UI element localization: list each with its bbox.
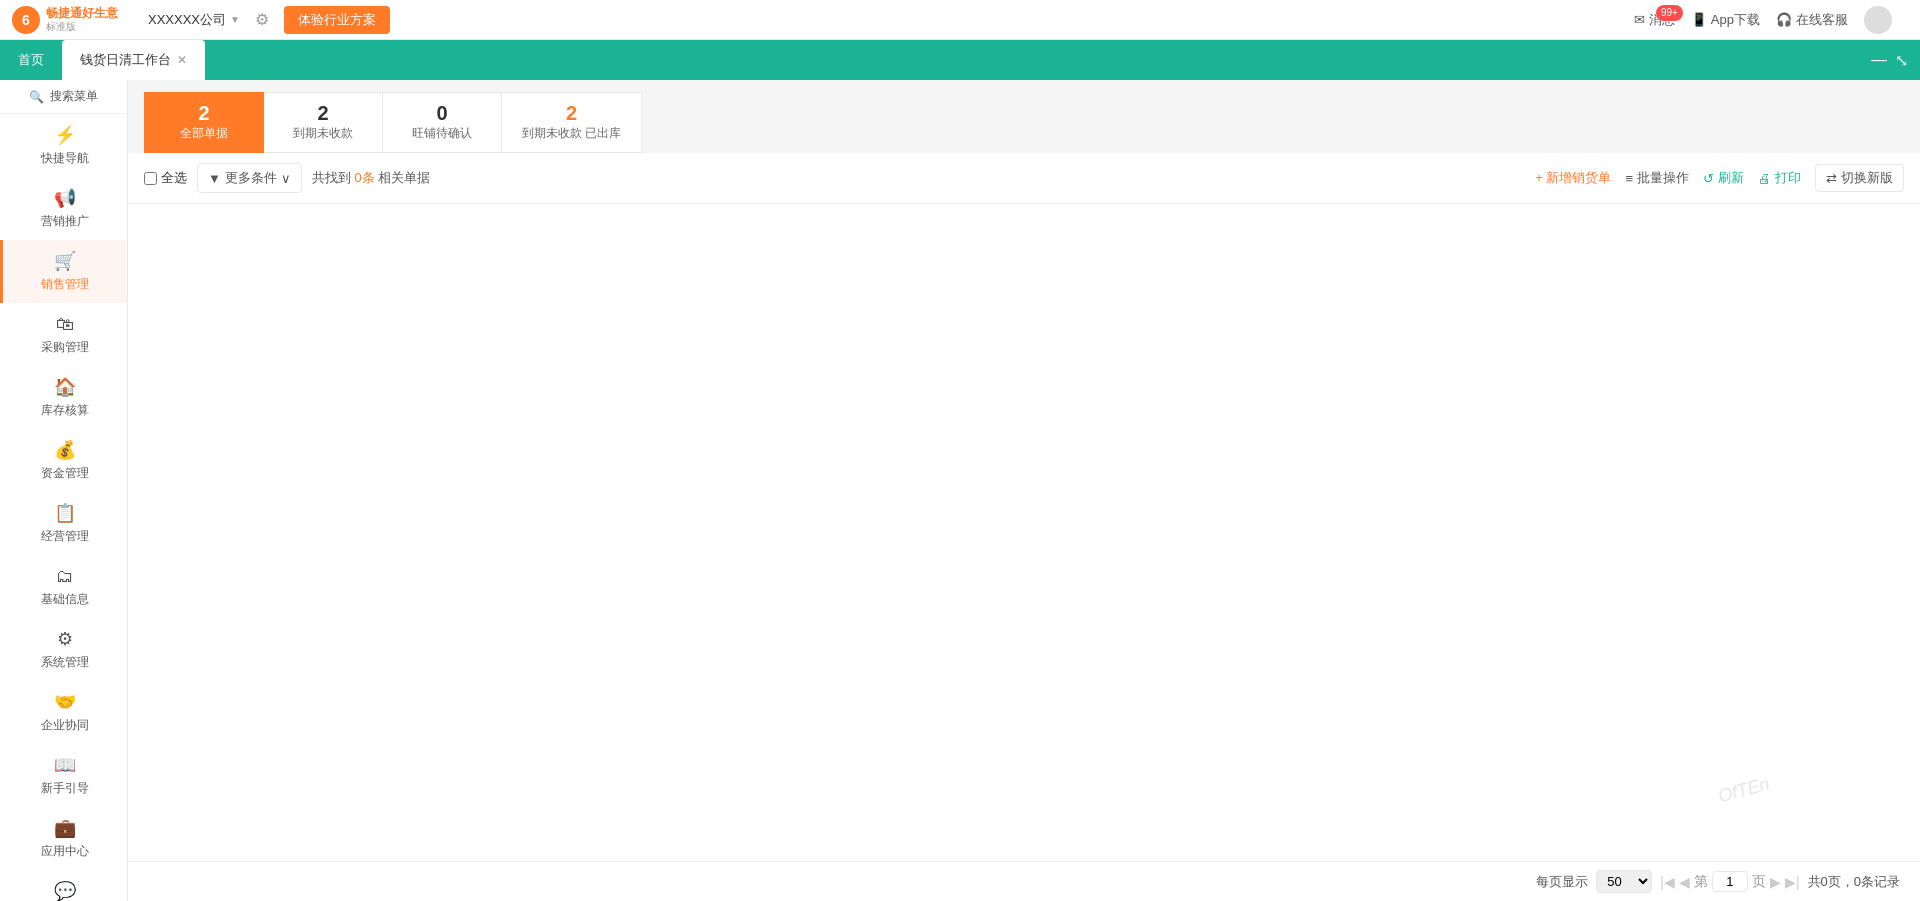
logo-text: 畅捷通好生意 标准版	[46, 6, 118, 32]
add-sale-order-button[interactable]: + 新增销货单	[1535, 169, 1611, 187]
print-icon: 🖨	[1758, 171, 1771, 186]
avatar[interactable]	[1864, 6, 1892, 34]
sidebar-item-enterprise[interactable]: 🤝 企业协同	[0, 681, 127, 744]
sidebar-item-wechat[interactable]: 💬 企业微信	[0, 870, 127, 901]
dropdown-icon: ∨	[281, 171, 291, 186]
stat-tab-overdue-out[interactable]: 2 到期未收款 已出库	[501, 92, 642, 153]
operations-icon: 📋	[54, 502, 76, 524]
page-size-select[interactable]: 50 100 200	[1596, 870, 1652, 893]
dropdown-arrow-icon: ▼	[230, 14, 240, 25]
content-area: 2 全部单据 2 到期未收款 0 旺铺待确认 2 到期未收款 已出库	[128, 80, 1920, 901]
app-center-icon: 💼	[54, 817, 76, 839]
switch-version-button[interactable]: ⇄ 切换新版	[1815, 164, 1904, 192]
tab-work-bench[interactable]: 钱货日清工作台 ✕	[62, 40, 205, 80]
select-all-input[interactable]	[144, 172, 157, 185]
sidebar-item-operations[interactable]: 📋 经营管理	[0, 492, 127, 555]
wechat-icon: 💬	[54, 880, 76, 901]
quick-nav-icon: ⚡	[54, 124, 76, 146]
tab-bar: 首页 钱货日清工作台 ✕ — ⤡	[0, 40, 1920, 80]
sidebar-item-base-info[interactable]: 🗂 基础信息	[0, 555, 127, 618]
logo-area: 6 畅捷通好生意 标准版	[12, 6, 118, 34]
prev-page-icon[interactable]: ◀	[1679, 874, 1690, 890]
batch-operations-button[interactable]: ≡ 批量操作	[1625, 169, 1689, 187]
switch-icon: ⇄	[1826, 171, 1837, 186]
enterprise-icon: 🤝	[54, 691, 76, 713]
pagination: 每页显示 50 100 200 |◀ ◀ 第 页 ▶ ▶| 共0页，0条记录	[128, 861, 1920, 901]
base-info-icon: 🗂	[54, 565, 76, 587]
marketing-icon: 📢	[54, 187, 76, 209]
system-icon: ⚙	[54, 628, 76, 650]
message-icon: ✉	[1634, 12, 1645, 27]
sidebar-item-system[interactable]: ⚙ 系统管理	[0, 618, 127, 681]
sidebar-item-guide[interactable]: 📖 新手引导	[0, 744, 127, 807]
work-area: 2 全部单据 2 到期未收款 0 旺铺待确认 2 到期未收款 已出库	[128, 80, 1920, 901]
maximize-icon[interactable]: ⤡	[1895, 51, 1908, 70]
filter-icon: ▼	[208, 171, 221, 186]
guide-icon: 📖	[54, 754, 76, 776]
header-left: 6 畅捷通好生意 标准版 XXXXXX公司 ▼ ⚙ 体验行业方案	[12, 6, 390, 34]
last-page-icon[interactable]: ▶|	[1785, 874, 1800, 890]
toolbar: 全选 ▼ 更多条件 ∨ 共找到 0条 相关单据 + 新增销货单	[128, 153, 1920, 204]
trial-button[interactable]: 体验行业方案	[284, 6, 390, 34]
close-tab-icon[interactable]: ✕	[177, 53, 187, 67]
tab-bar-right: — ⤡	[1871, 51, 1920, 70]
finance-icon: 💰	[54, 439, 76, 461]
online-service-button[interactable]: 🎧 在线客服	[1776, 11, 1848, 29]
sidebar-item-marketing[interactable]: 📢 营销推广	[0, 177, 127, 240]
search-menu-item[interactable]: 🔍 搜索菜单	[0, 80, 127, 114]
table-area	[128, 204, 1920, 861]
sidebar-item-app-center[interactable]: 💼 应用中心	[0, 807, 127, 870]
stat-tab-wangpu[interactable]: 0 旺铺待确认	[382, 92, 502, 153]
found-text: 共找到 0条 相关单据	[312, 169, 430, 187]
select-all-checkbox[interactable]: 全选	[144, 169, 187, 187]
top-header: 6 畅捷通好生意 标准版 XXXXXX公司 ▼ ⚙ 体验行业方案 ✉ 消息 99…	[0, 0, 1920, 40]
stats-tabs: 2 全部单据 2 到期未收款 0 旺铺待确认 2 到期未收款 已出库	[128, 80, 1920, 153]
sidebar-item-sales[interactable]: 🛒 销售管理	[0, 240, 127, 303]
sidebar-item-finance[interactable]: 💰 资金管理	[0, 429, 127, 492]
stat-tab-all[interactable]: 2 全部单据	[144, 92, 264, 153]
headset-icon: 🎧	[1776, 12, 1792, 27]
total-records: 共0页，0条记录	[1808, 873, 1900, 891]
message-button[interactable]: ✉ 消息 99+	[1634, 11, 1675, 29]
toolbar-right: + 新增销货单 ≡ 批量操作 ↺ 刷新 🖨 打印 ⇄	[1535, 164, 1904, 192]
page-number-input[interactable]	[1712, 871, 1748, 892]
sidebar: 🔍 搜索菜单 ⚡ 快捷导航 📢 营销推广 🛒 销售管理 🛍 采购管理 🏠 库存核…	[0, 80, 128, 901]
main-layout: 🔍 搜索菜单 ⚡ 快捷导航 📢 营销推广 🛒 销售管理 🛍 采购管理 🏠 库存核…	[0, 80, 1920, 901]
filter-button[interactable]: ▼ 更多条件 ∨	[197, 163, 302, 193]
next-page-icon[interactable]: ▶	[1770, 874, 1781, 890]
search-icon: 🔍	[29, 90, 44, 104]
tab-home[interactable]: 首页	[0, 40, 62, 80]
message-badge: 99+	[1656, 5, 1683, 21]
phone-icon: 📱	[1691, 12, 1707, 27]
stat-tab-overdue[interactable]: 2 到期未收款	[263, 92, 383, 153]
print-button[interactable]: 🖨 打印	[1758, 169, 1801, 187]
sidebar-item-inventory[interactable]: 🏠 库存核算	[0, 366, 127, 429]
sidebar-item-quick-nav[interactable]: ⚡ 快捷导航	[0, 114, 127, 177]
inventory-icon: 🏠	[54, 376, 76, 398]
first-page-icon[interactable]: |◀	[1660, 874, 1675, 890]
sales-icon: 🛒	[54, 250, 76, 272]
minimize-icon[interactable]: —	[1871, 51, 1887, 69]
purchase-icon: 🛍	[54, 313, 76, 335]
refresh-button[interactable]: ↺ 刷新	[1703, 169, 1744, 187]
settings-icon[interactable]: ⚙	[250, 8, 274, 32]
sidebar-item-purchase[interactable]: 🛍 采购管理	[0, 303, 127, 366]
refresh-icon: ↺	[1703, 171, 1714, 186]
page-nav: |◀ ◀ 第 页 ▶ ▶|	[1660, 871, 1799, 892]
header-right: ✉ 消息 99+ 📱 App下载 🎧 在线客服	[1634, 6, 1908, 34]
logo-icon: 6	[12, 6, 40, 34]
company-selector[interactable]: XXXXXX公司 ▼	[148, 11, 240, 29]
batch-icon: ≡	[1625, 171, 1633, 186]
app-download-button[interactable]: 📱 App下载	[1691, 11, 1760, 29]
